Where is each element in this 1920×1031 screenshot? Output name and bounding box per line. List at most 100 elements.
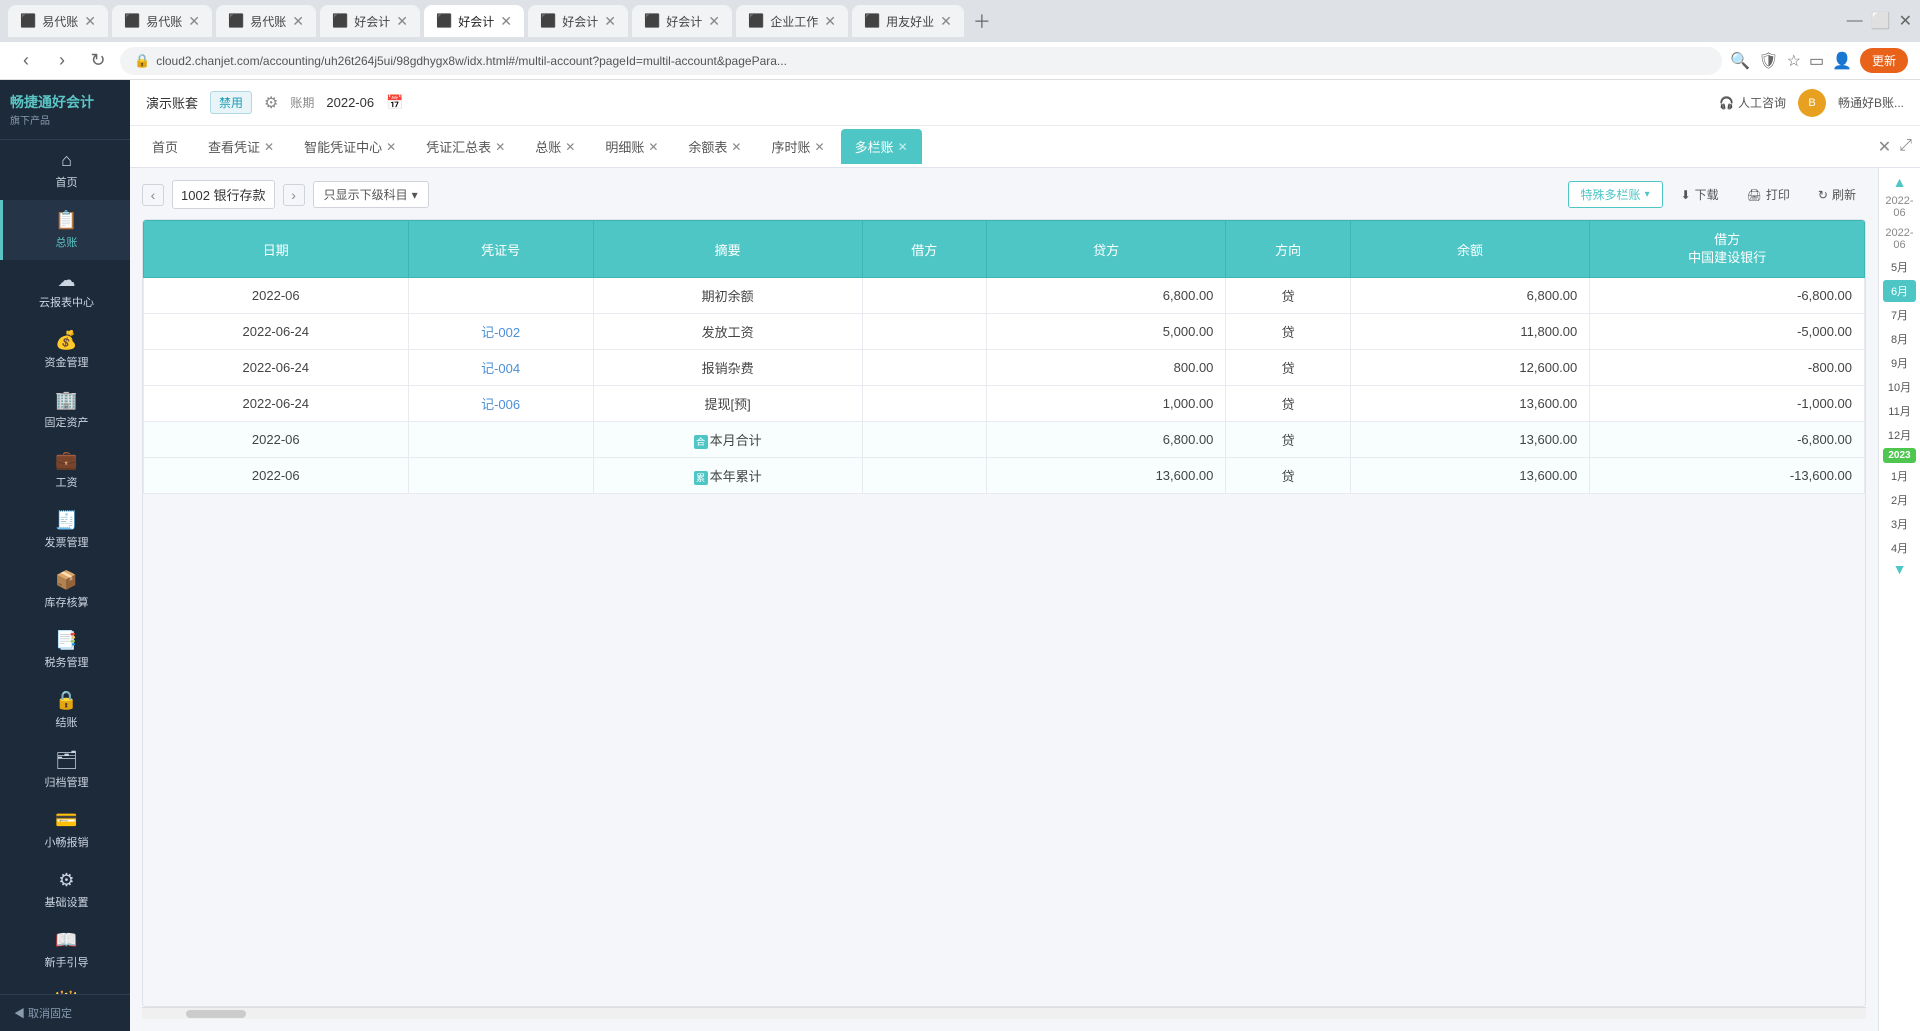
sidebar-item-asset[interactable]: 🏢 固定资产 (0, 380, 130, 440)
consult-button[interactable]: 🎧 人工咨询 (1719, 94, 1786, 111)
collapse-tabs-icon[interactable]: ✕ (1878, 137, 1891, 157)
timeline-month-1[interactable]: 1月 (1883, 465, 1916, 487)
tab-close-9[interactable]: ✕ (940, 13, 952, 30)
browser-tab-6[interactable]: ⬛ 好会计 ✕ (528, 5, 628, 37)
page-tab-general[interactable]: 总账 ✕ (521, 129, 589, 164)
browser-tab-7[interactable]: ⬛ 好会计 ✕ (632, 5, 732, 37)
timeline-month-2[interactable]: 2月 (1883, 489, 1916, 511)
sidebar-item-expense[interactable]: 💳 小畅报销 (0, 800, 130, 860)
sidebar-item-report[interactable]: ☁ 云报表中心 (0, 260, 130, 320)
tab-close-3[interactable]: ✕ (292, 13, 304, 30)
account-next-button[interactable]: › (283, 184, 305, 206)
page-tab-detail[interactable]: 明细账 ✕ (591, 129, 672, 164)
page-tab-summary[interactable]: 凭证汇总表 ✕ (412, 129, 519, 164)
search-icon[interactable]: 🔍 (1730, 51, 1750, 71)
browser-tab-5[interactable]: ⬛ 好会计 ✕ (424, 5, 524, 37)
page-tab-balance[interactable]: 余额表 ✕ (674, 129, 755, 164)
horizontal-scrollbar[interactable] (142, 1007, 1866, 1019)
settings-gear-icon[interactable]: ⚙ (264, 93, 278, 113)
browser-tab-8[interactable]: ⬛ 企业工作 ✕ (736, 5, 848, 37)
tab-multicolumn-close[interactable]: ✕ (898, 140, 908, 154)
browser-tab-4[interactable]: ⬛ 好会计 ✕ (320, 5, 420, 37)
refresh-button[interactable]: ↻ (84, 47, 112, 75)
cell-date: 2022-06-24 (144, 386, 409, 422)
tab-smart-close[interactable]: ✕ (386, 140, 396, 154)
refresh-button[interactable]: ↻ 刷新 (1808, 182, 1866, 207)
sidebar-item-home[interactable]: ⌂ 首页 (0, 140, 130, 200)
pin-button[interactable]: ◀ 取消固定 (0, 995, 130, 1031)
page-tab-smart-voucher[interactable]: 智能凭证中心 ✕ (290, 129, 410, 164)
calendar-icon[interactable]: 📅 (386, 94, 403, 111)
content-area: ‹ 1002 银行存款 › 只显示下级科目 ▾ 特殊多栏账 ▾ (130, 168, 1920, 1031)
close-browser-button[interactable]: ✕ (1899, 11, 1912, 31)
tab-detail-close[interactable]: ✕ (648, 140, 658, 154)
sidebar-item-ledger[interactable]: 📋 总账 (0, 200, 130, 260)
sidebar-item-settings[interactable]: ⚙ 基础设置 (0, 860, 130, 920)
browser-tab-9[interactable]: ⬛ 用友好业 ✕ (852, 5, 964, 37)
sidebar-item-fund[interactable]: 💰 资金管理 (0, 320, 130, 380)
timeline-month-11[interactable]: 11月 (1883, 400, 1916, 422)
timeline-month-10[interactable]: 10月 (1883, 376, 1916, 398)
timeline-month-7[interactable]: 7月 (1883, 304, 1916, 326)
sidebar-item-guide[interactable]: 📖 新手引导 (0, 920, 130, 980)
sidebar-item-tax[interactable]: 📑 税务管理 (0, 620, 130, 680)
tab-voucher-close[interactable]: ✕ (264, 140, 274, 154)
account-prev-button[interactable]: ‹ (142, 184, 164, 206)
timeline-month-6[interactable]: 6月 (1883, 280, 1916, 302)
tab-close-2[interactable]: ✕ (188, 13, 200, 30)
timeline-up-arrow[interactable]: ▲ (1893, 174, 1907, 190)
print-button[interactable]: 🖨 打印 (1737, 182, 1800, 207)
cell-voucher[interactable]: 记-004 (408, 350, 593, 386)
tab-balance-close[interactable]: ✕ (731, 140, 741, 154)
sidebar-item-archive[interactable]: 🗂 归档管理 (0, 740, 130, 800)
page-tab-sequence[interactable]: 序时账 ✕ (757, 129, 838, 164)
maximize-button[interactable]: ⬜ (1871, 11, 1891, 31)
page-tab-voucher[interactable]: 查看凭证 ✕ (194, 129, 288, 164)
tab-close-4[interactable]: ✕ (396, 13, 408, 30)
url-bar[interactable]: 🔒 cloud2.chanjet.com/accounting/uh26t264… (120, 47, 1722, 75)
tab-close-1[interactable]: ✕ (84, 13, 96, 30)
timeline-month-12[interactable]: 12月 (1883, 424, 1916, 446)
page-tab-home[interactable]: 首页 (138, 129, 192, 164)
back-button[interactable]: ‹ (12, 47, 40, 75)
new-tab-button[interactable]: ＋ (968, 7, 996, 35)
account-filter[interactable]: 只显示下级科目 ▾ (313, 181, 429, 208)
account-tag[interactable]: 禁用 (210, 91, 252, 114)
profile-icon[interactable]: 👤 (1832, 51, 1852, 71)
sidebar-item-member[interactable]: 👑 畅会员 (0, 980, 130, 994)
timeline-month-5[interactable]: 5月 (1883, 256, 1916, 278)
browser-tab-3[interactable]: ⬛ 易代账 ✕ (216, 5, 316, 37)
shield-icon[interactable]: 🛡 (1758, 51, 1778, 71)
star-icon[interactable]: ☆ (1787, 51, 1801, 71)
tab-close-6[interactable]: ✕ (604, 13, 616, 30)
tab-general-close[interactable]: ✕ (565, 140, 575, 154)
timeline-month-3[interactable]: 3月 (1883, 513, 1916, 535)
cell-voucher[interactable]: 记-006 (408, 386, 593, 422)
special-account-button[interactable]: 特殊多栏账 ▾ (1568, 181, 1663, 208)
minimize-button[interactable]: — (1847, 12, 1863, 30)
timeline-month-8[interactable]: 8月 (1883, 328, 1916, 350)
timeline-month-9[interactable]: 9月 (1883, 352, 1916, 374)
tab-close-8[interactable]: ✕ (824, 13, 836, 30)
sidebar-toggle-icon[interactable]: ▭ (1809, 51, 1824, 71)
tab-close-5[interactable]: ✕ (500, 13, 512, 30)
scroll-thumb[interactable] (186, 1010, 246, 1018)
timeline-month-4[interactable]: 4月 (1883, 537, 1916, 559)
timeline-down-arrow[interactable]: ▼ (1893, 561, 1907, 577)
page-tab-multicolumn[interactable]: 多栏账 ✕ (841, 129, 922, 164)
sidebar-item-inventory[interactable]: 📦 库存核算 (0, 560, 130, 620)
tab-sequence-close[interactable]: ✕ (815, 140, 825, 154)
tab-close-7[interactable]: ✕ (708, 13, 720, 30)
update-button[interactable]: 更新 (1860, 48, 1908, 73)
tab-summary-close[interactable]: ✕ (495, 140, 505, 154)
sidebar-item-invoice[interactable]: 🧾 发票管理 (0, 500, 130, 560)
cell-voucher[interactable]: 记-002 (408, 314, 593, 350)
headset-icon: 🎧 (1719, 96, 1734, 110)
browser-tab-2[interactable]: ⬛ 易代账 ✕ (112, 5, 212, 37)
expand-tabs-icon[interactable]: ⤢ (1899, 137, 1912, 157)
sidebar-item-salary[interactable]: 💼 工资 (0, 440, 130, 500)
sidebar-item-close[interactable]: 🔒 结账 (0, 680, 130, 740)
forward-button[interactable]: › (48, 47, 76, 75)
browser-tab-1[interactable]: ⬛ 易代账 ✕ (8, 5, 108, 37)
download-button[interactable]: ⬇ 下载 (1671, 182, 1729, 207)
